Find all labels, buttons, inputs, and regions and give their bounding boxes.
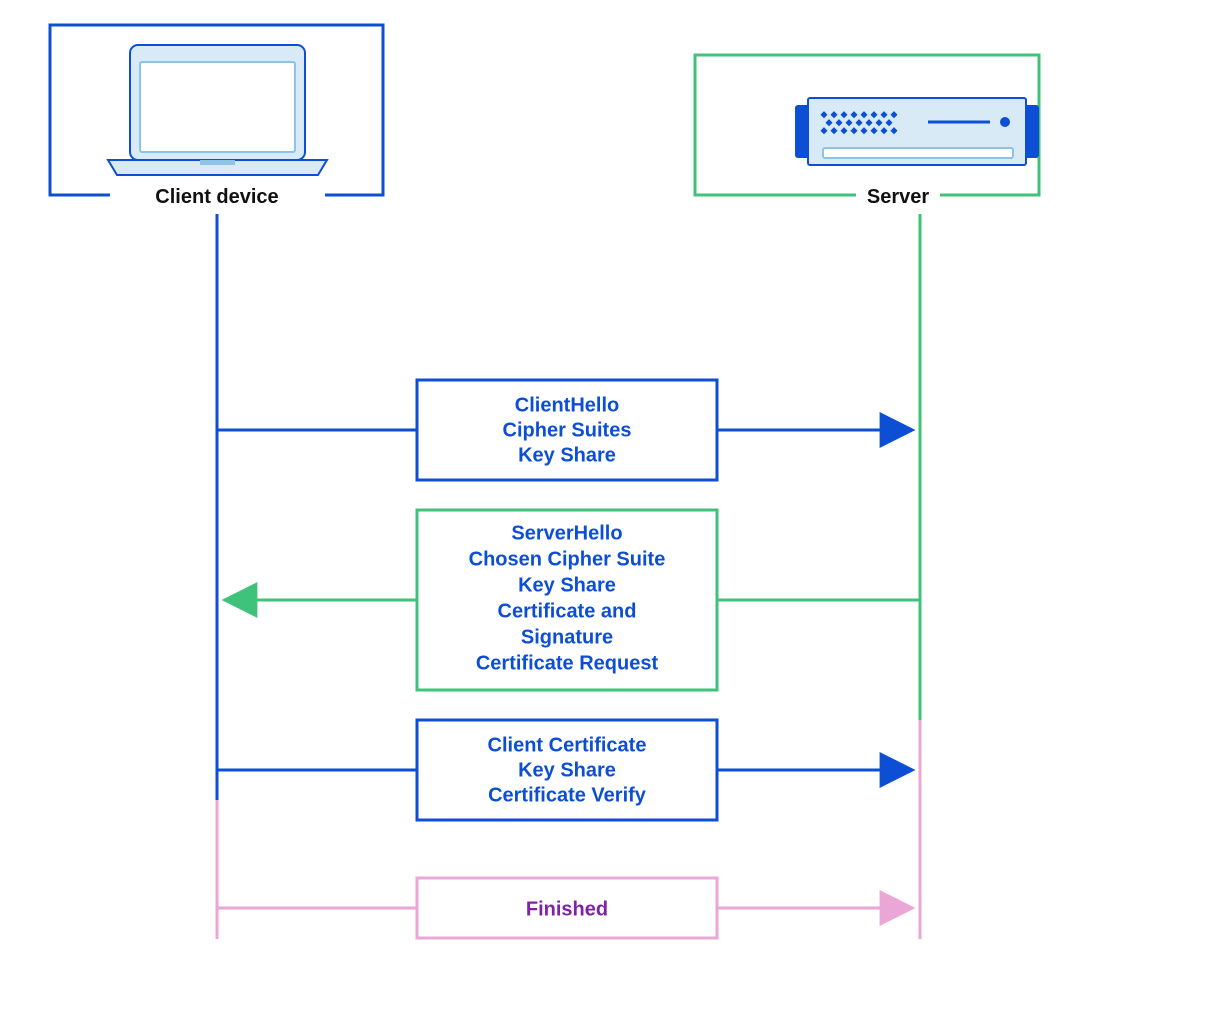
server-icon bbox=[795, 98, 1039, 165]
server-participant: Server bbox=[695, 55, 1039, 208]
client-participant: Client device bbox=[50, 25, 383, 208]
svg-text:Cipher Suites: Cipher Suites bbox=[503, 419, 632, 441]
server-label: Server bbox=[867, 186, 929, 208]
svg-text:Finished: Finished bbox=[526, 898, 608, 920]
svg-text:ClientHello: ClientHello bbox=[515, 394, 619, 416]
message-clienthello: ClientHello Cipher Suites Key Share bbox=[217, 380, 912, 480]
message-serverhello: ServerHello Chosen Cipher Suite Key Shar… bbox=[225, 510, 920, 690]
svg-text:Certificate Request: Certificate Request bbox=[476, 652, 659, 674]
svg-text:Certificate Verify: Certificate Verify bbox=[488, 784, 647, 806]
svg-text:Key Share: Key Share bbox=[518, 444, 616, 466]
svg-text:ServerHello: ServerHello bbox=[511, 522, 622, 544]
svg-text:Certificate and: Certificate and bbox=[498, 600, 637, 622]
message-finished: Finished bbox=[217, 878, 912, 938]
laptop-icon bbox=[108, 45, 327, 175]
svg-text:Client Certificate: Client Certificate bbox=[488, 734, 647, 756]
svg-text:Key Share: Key Share bbox=[518, 574, 616, 596]
message-clientcert: Client Certificate Key Share Certificate… bbox=[217, 720, 912, 820]
client-label: Client device bbox=[155, 186, 278, 208]
tls-handshake-diagram: Client device bbox=[0, 0, 1222, 1028]
svg-text:Signature: Signature bbox=[521, 626, 613, 648]
svg-text:Chosen Cipher Suite: Chosen Cipher Suite bbox=[469, 548, 666, 570]
svg-text:Key Share: Key Share bbox=[518, 759, 616, 781]
